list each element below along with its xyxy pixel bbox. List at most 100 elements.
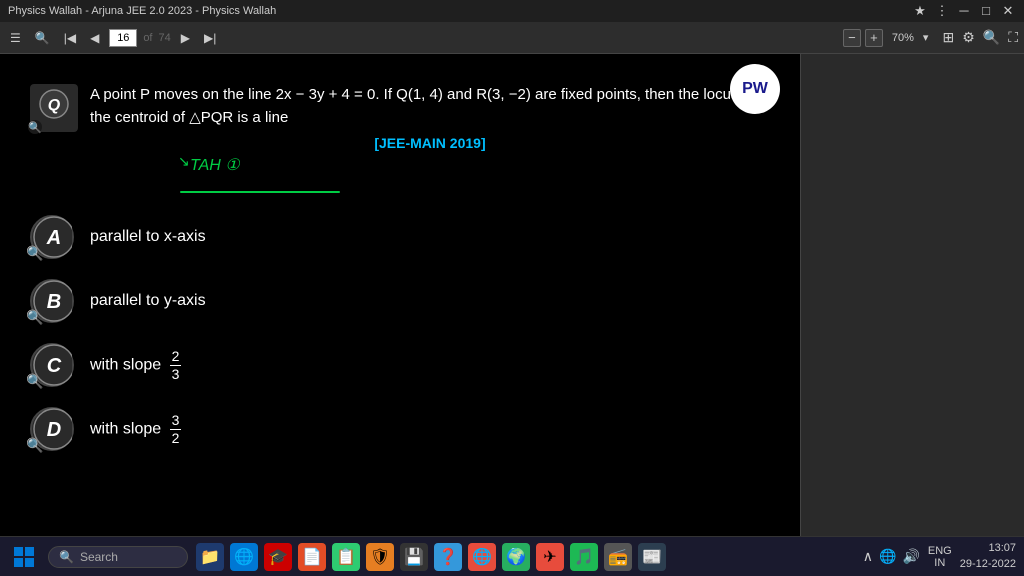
zoom-in-button[interactable]: + <box>865 29 883 47</box>
option-d-numerator: 3 <box>170 412 182 430</box>
title-bar: Physics Wallah - Arjuna JEE 2.0 2023 - P… <box>0 0 1024 22</box>
next-button[interactable]: ▶ <box>177 29 194 47</box>
taskbar-app-7[interactable]: 🌍 <box>502 543 530 571</box>
option-d-denominator: 2 <box>170 430 182 447</box>
tray-net-icon[interactable]: 🌐 <box>879 548 896 565</box>
taskbar-app-explorer[interactable]: 📁 <box>196 543 224 571</box>
svg-text:A: A <box>46 227 61 249</box>
taskbar-app-1[interactable]: 📄 <box>298 543 326 571</box>
taskbar-app-edge[interactable]: 🌐 <box>230 543 258 571</box>
menu-icon[interactable]: ⋮ <box>934 3 950 19</box>
svg-text:C: C <box>47 355 62 377</box>
taskbar-app-8[interactable]: ✈ <box>536 543 564 571</box>
annotation-area: ↘ TAH ① <box>170 155 770 195</box>
option-d-fraction: 3 2 <box>170 412 182 447</box>
maximize-button[interactable]: □ <box>978 3 994 19</box>
toolbar-right-icons: ⊞ ⚙ 🔍 ⛶ <box>942 29 1018 46</box>
bookmark-icon[interactable]: ★ <box>912 3 928 19</box>
option-d-text: with slope 3 2 <box>90 412 181 447</box>
search2-icon[interactable]: 🔍 <box>983 29 1000 46</box>
question-icon: Q 🔍 <box>30 84 78 132</box>
taskbar-app-4[interactable]: 💾 <box>400 543 428 571</box>
fullscreen-icon[interactable]: ⛶ <box>1008 29 1018 46</box>
annotation-underline <box>180 191 340 193</box>
taskbar-app-11[interactable]: 📰 <box>638 543 666 571</box>
menu-toggle-button[interactable]: ☰ <box>6 29 25 47</box>
option-c-fraction: 2 3 <box>170 348 182 383</box>
svg-text:Q: Q <box>48 97 61 114</box>
option-d-icon[interactable]: D 🔍 <box>30 407 74 451</box>
grid-icon[interactable]: ⊞ <box>942 29 954 46</box>
page-number-input[interactable] <box>109 29 137 47</box>
windows-icon <box>14 547 34 567</box>
start-button[interactable] <box>8 541 40 573</box>
zoom-value: 70% <box>887 32 919 44</box>
taskbar-app-2[interactable]: 📋 <box>332 543 360 571</box>
option-c-text: with slope 2 3 <box>90 348 181 383</box>
taskbar-apps: 📁 🌐 🎓 📄 📋 🛡 💾 ❓ 🌐 🌍 ✈ 🎵 📻 📰 <box>196 543 666 571</box>
tray-vol-icon[interactable]: 🔊 <box>902 548 919 565</box>
pdf-viewer: PW Q 🔍 A point P moves on the li <box>0 54 800 536</box>
zoom-dropdown-icon[interactable]: ▾ <box>923 31 929 44</box>
magnifier-d-icon: 🔍 <box>26 437 44 455</box>
taskbar-app-pw[interactable]: 🎓 <box>264 543 292 571</box>
prev-prev-button[interactable]: |◀ <box>60 29 80 47</box>
magnifier-a-icon: 🔍 <box>26 245 44 263</box>
taskbar-app-10[interactable]: 📻 <box>604 543 632 571</box>
option-c-row: C 🔍 with slope 2 3 <box>30 343 770 387</box>
taskbar-right: ∧ 🌐 🔊 ENGIN 13:07 29-12-2022 <box>863 541 1016 572</box>
jee-tag: [JEE-MAIN 2019] <box>90 135 770 151</box>
taskbar: 🔍 Search 📁 🌐 🎓 📄 📋 🛡 💾 ❓ 🌐 🌍 ✈ 🎵 📻 📰 ∧ 🌐… <box>0 536 1024 576</box>
taskbar-search-label: Search <box>80 550 118 564</box>
language-indicator[interactable]: ENGIN <box>928 545 952 569</box>
settings-icon[interactable]: ⚙ <box>962 29 975 46</box>
option-b-text: parallel to y-axis <box>90 292 206 310</box>
zoom-controls: − + 70% ▾ <box>843 29 929 47</box>
annotation-text: TAH ① <box>190 155 240 175</box>
option-a-icon[interactable]: A 🔍 <box>30 215 74 259</box>
question-box: Q 🔍 A point P moves on the line 2x − 3y … <box>20 74 780 481</box>
option-c-denominator: 3 <box>170 366 182 383</box>
svg-text:B: B <box>47 291 61 313</box>
sidebar-panel <box>800 54 1024 536</box>
window-controls: ★ ⋮ ─ □ ✕ <box>912 3 1016 19</box>
next-next-button[interactable]: ▶| <box>200 29 220 47</box>
taskbar-search-icon: 🔍 <box>59 550 74 564</box>
option-b-row: B 🔍 parallel to y-axis <box>30 279 770 323</box>
minimize-button[interactable]: ─ <box>956 3 972 19</box>
options-list: A 🔍 parallel to x-axis B 🔍 <box>30 215 770 451</box>
option-c-numerator: 2 <box>170 348 182 366</box>
magnifier-c-icon: 🔍 <box>26 373 44 391</box>
option-d-row: D 🔍 with slope 3 2 <box>30 407 770 451</box>
taskbar-app-5[interactable]: ❓ <box>434 543 462 571</box>
question-text: A point P moves on the line 2x − 3y + 4 … <box>90 84 770 129</box>
annotation-curve-icon: ↘ <box>178 153 190 170</box>
clock: 13:07 29-12-2022 <box>960 541 1016 572</box>
clock-date: 29-12-2022 <box>960 557 1016 572</box>
taskbar-app-9[interactable]: 🎵 <box>570 543 598 571</box>
option-c-icon[interactable]: C 🔍 <box>30 343 74 387</box>
svg-text:D: D <box>47 419 61 441</box>
system-tray: ∧ 🌐 🔊 <box>863 548 920 565</box>
main-area: PW Q 🔍 A point P moves on the li <box>0 54 1024 536</box>
window-title: Physics Wallah - Arjuna JEE 2.0 2023 - P… <box>8 5 276 17</box>
magnifier-b-icon: 🔍 <box>26 309 44 327</box>
page-sep: of <box>143 32 152 44</box>
taskbar-app-3[interactable]: 🛡 <box>366 543 394 571</box>
option-a-row: A 🔍 parallel to x-axis <box>30 215 770 259</box>
tray-up-icon[interactable]: ∧ <box>863 548 873 565</box>
prev-button[interactable]: ◀ <box>86 29 103 47</box>
taskbar-app-6[interactable]: 🌐 <box>468 543 496 571</box>
zoom-out-button[interactable]: − <box>843 29 861 47</box>
close-button[interactable]: ✕ <box>1000 3 1016 19</box>
taskbar-search[interactable]: 🔍 Search <box>48 546 188 568</box>
option-a-text: parallel to x-axis <box>90 228 206 246</box>
option-b-icon[interactable]: B 🔍 <box>30 279 74 323</box>
pw-logo-text: PW <box>742 80 768 98</box>
question-content: A point P moves on the line 2x − 3y + 4 … <box>90 84 770 195</box>
toolbar: ☰ 🔍 |◀ ◀ of 74 ▶ ▶| − + 70% ▾ ⊞ ⚙ 🔍 ⛶ <box>0 22 1024 54</box>
search-button[interactable]: 🔍 <box>31 29 54 47</box>
page-total: 74 <box>159 32 171 44</box>
clock-time: 13:07 <box>960 541 1016 556</box>
question-header: Q 🔍 A point P moves on the line 2x − 3y … <box>30 84 770 195</box>
